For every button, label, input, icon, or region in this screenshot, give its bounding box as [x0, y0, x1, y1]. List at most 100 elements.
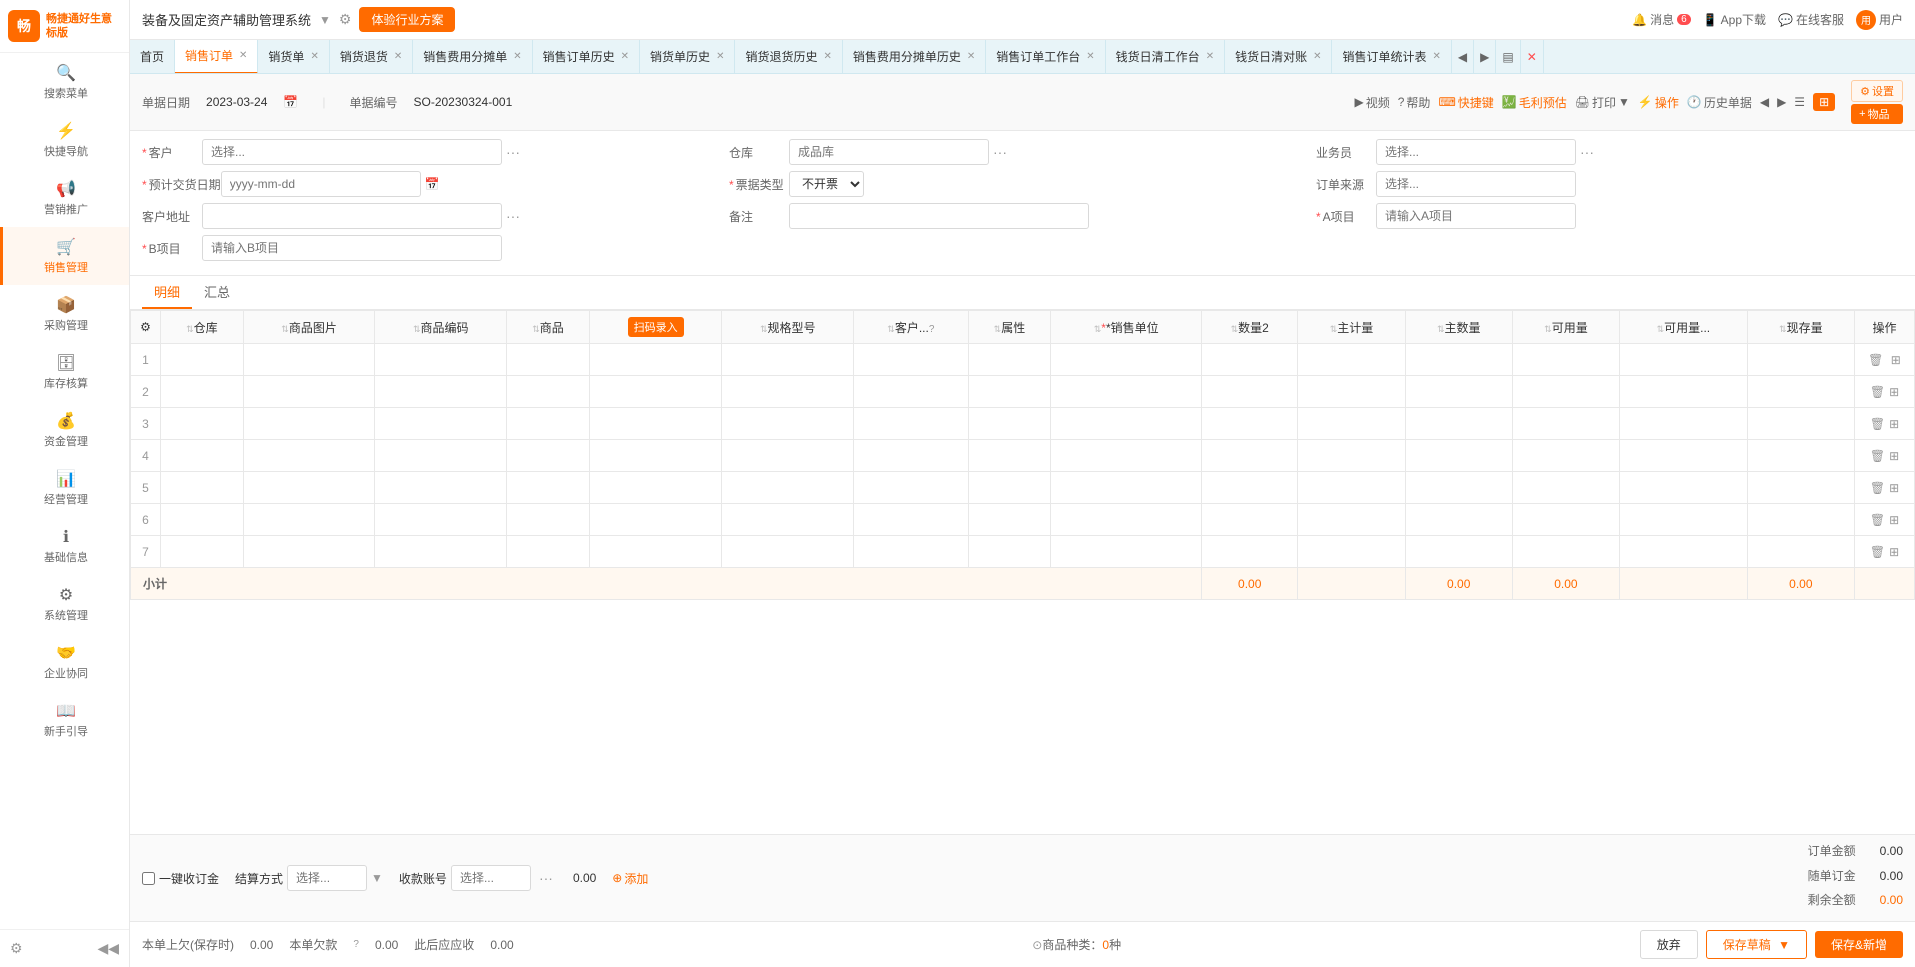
- tab-workbench[interactable]: 销售订单工作台 ✕: [986, 40, 1105, 74]
- tab-sales-order-history[interactable]: 销售订单历史 ✕: [533, 40, 640, 74]
- tab-menu-btn[interactable]: ▤: [1496, 40, 1520, 74]
- delete-row-icon[interactable]: 🗑: [1870, 449, 1885, 463]
- tab-next-btn[interactable]: ▶: [1474, 40, 1496, 74]
- cell[interactable]: [1747, 536, 1854, 568]
- save-draft-button[interactable]: 保存草稿 ▼: [1706, 930, 1807, 959]
- tab-close-icon[interactable]: ✕: [716, 51, 724, 62]
- cell[interactable]: [243, 472, 375, 504]
- b-project-input[interactable]: [202, 235, 502, 261]
- cell[interactable]: [1620, 344, 1748, 376]
- settings-bottom-icon[interactable]: ⚙: [10, 940, 23, 957]
- app-download-btn[interactable]: 📱 App下载: [1703, 11, 1766, 28]
- cell[interactable]: [161, 408, 244, 440]
- warehouse-input[interactable]: [789, 139, 989, 165]
- sidebar-item-guide[interactable]: 📖 新手引导: [0, 691, 129, 749]
- cell[interactable]: [722, 504, 854, 536]
- tab-close-icon[interactable]: ✕: [513, 51, 521, 62]
- history-btn[interactable]: 🕐 历史单据: [1687, 94, 1752, 111]
- sidebar-item-inventory[interactable]: 🗄 库存核算: [0, 343, 129, 401]
- cell[interactable]: [507, 344, 590, 376]
- sidebar-item-system[interactable]: ⚙ 系统管理: [0, 575, 129, 633]
- cell[interactable]: [854, 376, 968, 408]
- calendar-icon[interactable]: 📅: [283, 95, 298, 109]
- cell[interactable]: [1405, 344, 1512, 376]
- invoice-type-select[interactable]: 不开票: [789, 171, 864, 197]
- save-new-button[interactable]: 保存&新增: [1815, 931, 1903, 958]
- cell[interactable]: [1512, 472, 1619, 504]
- discard-button[interactable]: 放弃: [1640, 930, 1698, 959]
- tab-expense-history[interactable]: 销售费用分摊单历史 ✕: [843, 40, 986, 74]
- cell[interactable]: [1202, 536, 1298, 568]
- remark-input[interactable]: [789, 203, 1089, 229]
- one-click-deposit-checkbox[interactable]: [142, 872, 155, 885]
- cell[interactable]: [1512, 344, 1619, 376]
- sidebar-item-search[interactable]: 🔍 搜索菜单: [0, 53, 129, 111]
- cell[interactable]: [1202, 344, 1298, 376]
- cell[interactable]: [161, 536, 244, 568]
- tab-return-history[interactable]: 销货退货历史 ✕: [735, 40, 842, 74]
- cell[interactable]: [507, 472, 590, 504]
- tab-prev-btn[interactable]: ◀: [1452, 40, 1474, 74]
- copy-row-icon[interactable]: ⊞: [1891, 353, 1901, 367]
- copy-row-icon[interactable]: ⊞: [1889, 417, 1899, 431]
- delete-row-icon[interactable]: 🗑: [1870, 385, 1885, 399]
- cell[interactable]: [161, 440, 244, 472]
- cell[interactable]: [507, 376, 590, 408]
- copy-row-icon[interactable]: ⊞: [1889, 513, 1899, 527]
- cell[interactable]: [1512, 536, 1619, 568]
- cell[interactable]: [1298, 408, 1405, 440]
- cell[interactable]: [1405, 440, 1512, 472]
- cell[interactable]: [243, 536, 375, 568]
- list-view-btn[interactable]: ☰: [1794, 95, 1805, 109]
- cell[interactable]: [1747, 408, 1854, 440]
- cell[interactable]: [722, 408, 854, 440]
- staff-more-icon[interactable]: ···: [1576, 144, 1598, 160]
- online-service-btn[interactable]: 💬 在线客服: [1778, 11, 1844, 28]
- message-icon-btn[interactable]: 🔔 消息 6: [1632, 11, 1691, 28]
- cell[interactable]: [1298, 344, 1405, 376]
- card-view-btn[interactable]: ⊞: [1813, 93, 1835, 111]
- cell[interactable]: [1747, 440, 1854, 472]
- sidebar-item-quicknav[interactable]: ⚡ 快捷导航: [0, 111, 129, 169]
- tab-close-icon[interactable]: ✕: [1206, 51, 1214, 62]
- cell[interactable]: [375, 344, 507, 376]
- add-goods-button[interactable]: + 物品: [1851, 104, 1903, 124]
- tab-close-icon[interactable]: ✕: [823, 51, 831, 62]
- address-more-icon[interactable]: ···: [502, 208, 524, 224]
- calendar-small-icon[interactable]: 📅: [425, 177, 440, 191]
- account-input[interactable]: [451, 865, 531, 891]
- cell[interactable]: [161, 504, 244, 536]
- payment-input[interactable]: [287, 865, 367, 891]
- cell[interactable]: [968, 344, 1051, 376]
- warehouse-more-icon[interactable]: ···: [989, 144, 1011, 160]
- cell[interactable]: [854, 472, 968, 504]
- tab-sales-goods[interactable]: 销货单 ✕: [258, 40, 329, 74]
- nav-prev-btn[interactable]: ◀: [1760, 95, 1769, 109]
- help-btn[interactable]: ? 帮助: [1398, 94, 1431, 111]
- staff-input[interactable]: [1376, 139, 1576, 165]
- cell[interactable]: [854, 408, 968, 440]
- sidebar-item-basic-info[interactable]: ℹ 基础信息: [0, 517, 129, 575]
- cell[interactable]: [1620, 472, 1748, 504]
- question-icon[interactable]: ?: [929, 324, 935, 335]
- cell[interactable]: [722, 376, 854, 408]
- customer-more-icon[interactable]: ···: [502, 144, 524, 160]
- cell[interactable]: [1620, 536, 1748, 568]
- cell[interactable]: [1620, 408, 1748, 440]
- cell[interactable]: [1202, 472, 1298, 504]
- cell[interactable]: [854, 440, 968, 472]
- cell[interactable]: [854, 536, 968, 568]
- cell[interactable]: [1512, 408, 1619, 440]
- cell[interactable]: [722, 536, 854, 568]
- cell[interactable]: [1405, 472, 1512, 504]
- view-video-btn[interactable]: ▶ 视频: [1354, 94, 1389, 111]
- cell[interactable]: [1405, 536, 1512, 568]
- cell[interactable]: [375, 472, 507, 504]
- sidebar-item-finance[interactable]: 💰 资金管理: [0, 401, 129, 459]
- cell[interactable]: [722, 440, 854, 472]
- cell[interactable]: [968, 440, 1051, 472]
- tab-goods-history[interactable]: 销货单历史 ✕: [640, 40, 735, 74]
- cell[interactable]: [507, 440, 590, 472]
- cell[interactable]: [243, 344, 375, 376]
- cell[interactable]: [1202, 376, 1298, 408]
